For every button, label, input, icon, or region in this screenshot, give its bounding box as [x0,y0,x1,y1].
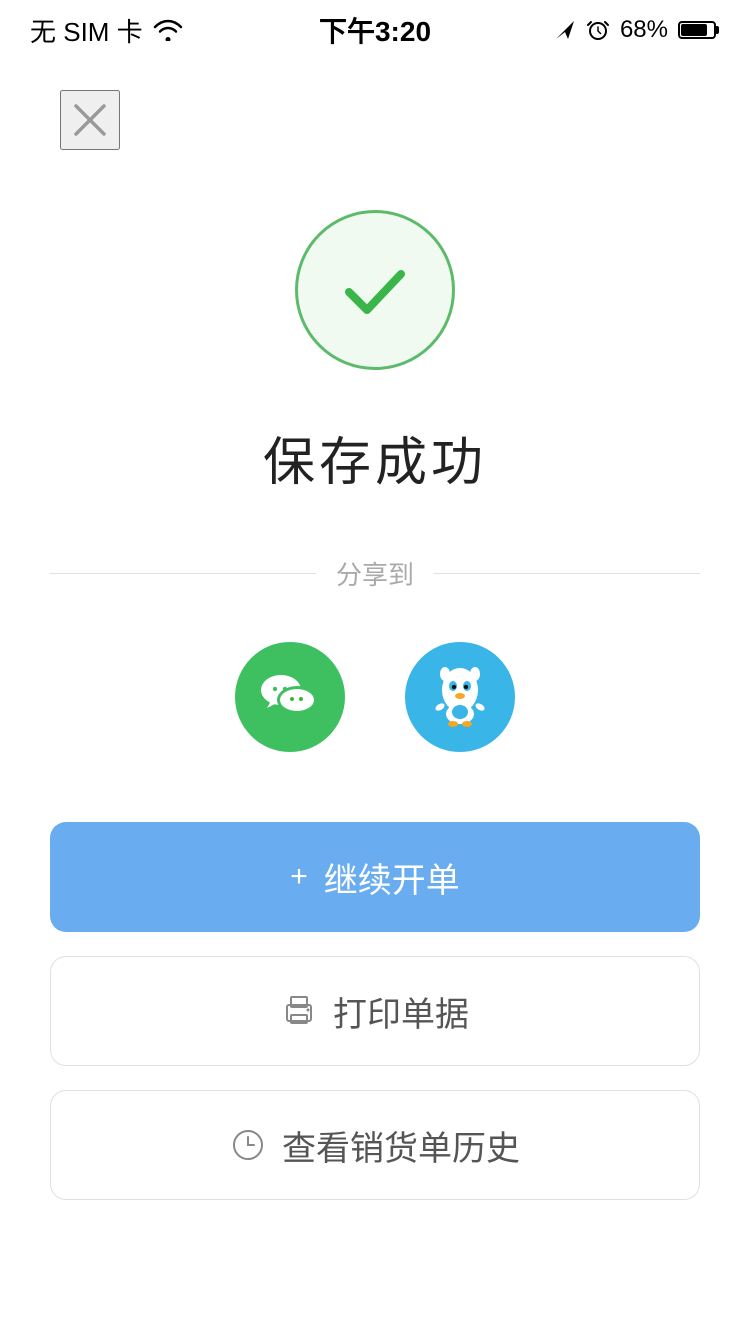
checkmark-icon [335,250,415,330]
share-icons [235,642,515,752]
close-button[interactable] [60,90,120,150]
share-label: 分享到 [336,555,414,592]
location-icon [554,19,576,41]
battery-text: 68% [620,16,668,44]
main-content: 保存成功 分享到 [0,60,750,1334]
wechat-icon [257,668,323,726]
qq-icon [427,662,493,732]
wechat-share-button[interactable] [235,642,345,752]
history-icon [230,1127,266,1163]
action-buttons: + 继续开单 打印单据 查看销货单历史 [50,822,700,1200]
success-title: 保存成功 [263,420,487,495]
history-button[interactable]: 查看销货单历史 [50,1090,700,1200]
continue-button[interactable]: + 继续开单 [50,822,700,932]
status-right: 68% [554,16,720,44]
no-sim-text: 无 SIM 卡 [30,12,143,49]
status-time: 下午3:20 [319,10,431,50]
plus-icon: + [290,860,308,894]
alarm-icon [586,18,610,42]
divider-right [434,573,700,574]
status-bar: 无 SIM 卡 下午3:20 68% [0,0,750,60]
print-button[interactable]: 打印单据 [50,956,700,1066]
close-x-icon [72,102,108,138]
status-left: 无 SIM 卡 [30,12,183,49]
wifi-icon [153,19,183,41]
qq-share-button[interactable] [405,642,515,752]
share-divider: 分享到 [50,555,700,592]
battery-icon [678,19,720,41]
continue-label: 继续开单 [324,853,460,902]
divider-left [50,573,316,574]
print-label: 打印单据 [333,987,469,1036]
print-icon [281,993,317,1029]
history-label: 查看销货单历史 [282,1121,520,1170]
success-circle [295,210,455,370]
